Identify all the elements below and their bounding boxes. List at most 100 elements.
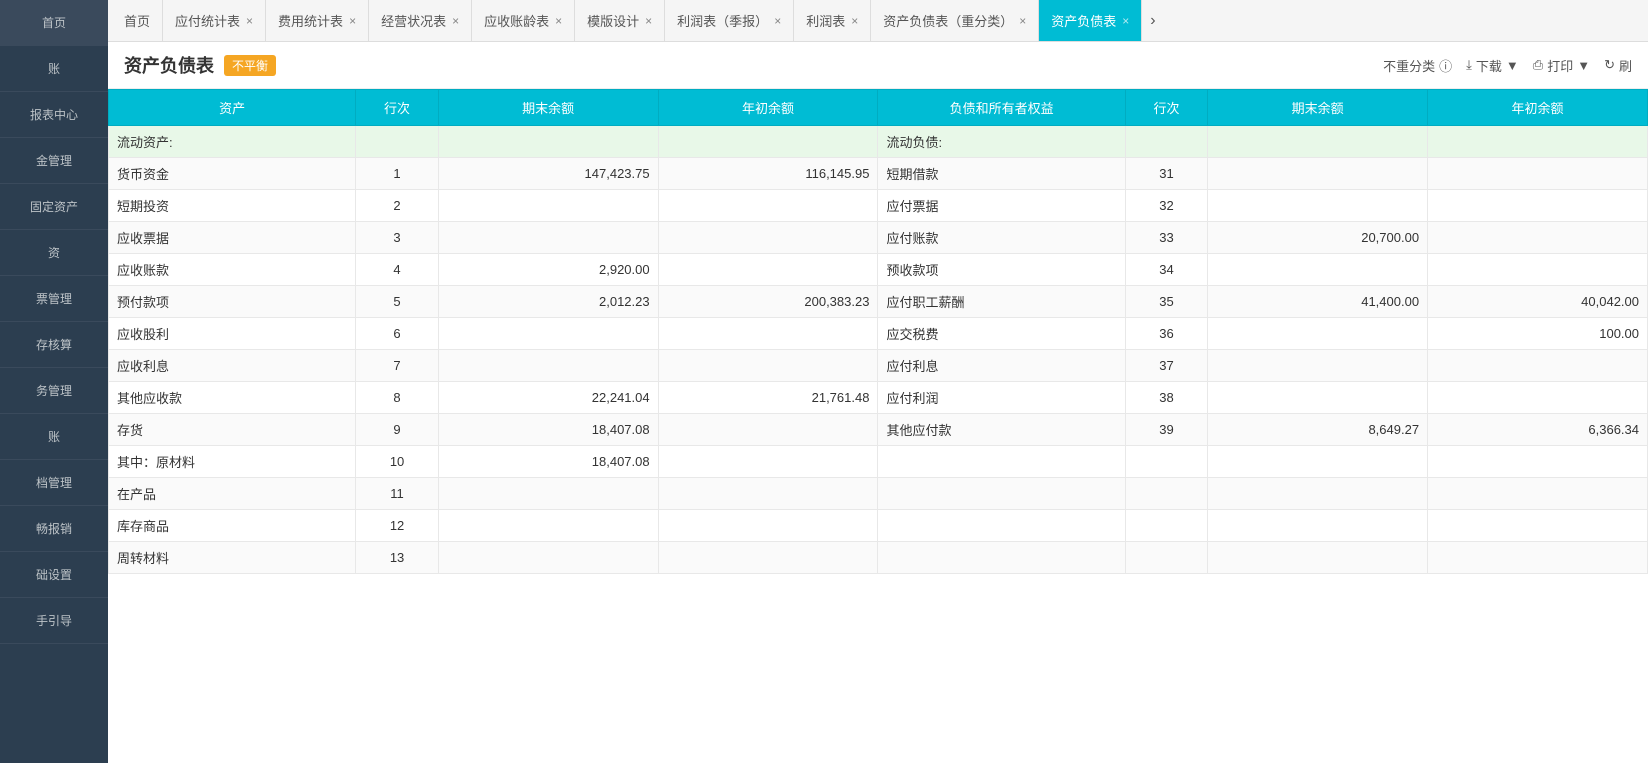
sidebar-item-fixed-assets[interactable]: 固定资产 [0,184,108,230]
tab-payable-summary[interactable]: 应付统计表 × [163,0,266,42]
asset-label: 其中：原材料 [109,446,356,478]
row-num2: 32 [1125,190,1207,222]
close-tab-template-design[interactable]: × [645,14,652,28]
tab-home[interactable]: 首页 [112,0,163,42]
table-row: 应收票据 3 应付账款 33 20,700.00 [109,222,1648,254]
download-icon: ⤓ [1466,57,1472,73]
table-row: 存货 9 18,407.08 其他应付款 39 8,649.27 6,366.3… [109,414,1648,446]
end-balance2 [1208,158,1428,190]
close-tab-operations[interactable]: × [452,14,459,28]
table-row: 短期投资 2 应付票据 32 [109,190,1648,222]
refresh-button[interactable]: ↻ 刷 [1604,56,1632,75]
yr-balance: 21,761.48 [658,382,878,414]
end-balance [438,190,658,222]
header-year-start: 年初余额 [658,90,878,126]
row-num2 [1125,478,1207,510]
sidebar-item-ledger[interactable]: 账 [0,414,108,460]
tab-template-design[interactable]: 模版设计 × [575,0,665,42]
yr-balance2 [1428,254,1648,286]
sidebar-item-archive[interactable]: 档管理 [0,460,108,506]
row-num2 [1125,542,1207,574]
header-end-balance: 期末余额 [438,90,658,126]
yr-balance: 200,383.23 [658,286,878,318]
sidebar-item-affairs[interactable]: 务管理 [0,368,108,414]
unbalanced-badge: 不平衡 [224,55,276,76]
yr-balance [658,222,878,254]
classification-button[interactable]: 不重分类 ⓘ [1383,56,1452,75]
sidebar-item-fund[interactable]: 金管理 [0,138,108,184]
tab-balance-reclassified[interactable]: 资产负债表（重分类） × [871,0,1039,42]
tab-bar: 首页 应付统计表 × 费用统计表 × 经营状况表 × 应收账龄表 × 模版设计 … [108,0,1648,42]
chevron-down-icon-print: ▼ [1577,58,1590,73]
close-tab-balance[interactable]: × [1122,14,1129,28]
yr-balance [658,318,878,350]
liability-label [878,542,1125,574]
sidebar-item-inventory[interactable]: 存核算 [0,322,108,368]
tab-nav-arrow[interactable]: › [1142,0,1163,42]
row-num2: 38 [1125,382,1207,414]
tab-operations[interactable]: 经营状况表 × [369,0,472,42]
header-row: 行次 [356,90,438,126]
table-row: 库存商品 12 [109,510,1648,542]
table-row: 在产品 11 [109,478,1648,510]
section-end-empty [438,126,658,158]
print-button[interactable]: ⎙ 打印 ▼ [1533,56,1590,75]
yr-balance2 [1428,190,1648,222]
close-tab-receivable-age[interactable]: × [555,14,562,28]
sidebar-item-label: 务管理 [36,384,72,398]
yr-balance2 [1428,350,1648,382]
close-tab-payable-summary[interactable]: × [246,14,253,28]
liability-label: 应付账款 [878,222,1125,254]
sidebar-item-account[interactable]: 账 [0,46,108,92]
asset-label: 存货 [109,414,356,446]
yr-balance [658,254,878,286]
yr-balance2 [1428,542,1648,574]
tab-balance[interactable]: 资产负债表 × [1039,0,1142,42]
header-end-balance2: 期末余额 [1208,90,1428,126]
sidebar-item-home[interactable]: 首页 [0,0,108,46]
close-tab-expense-summary[interactable]: × [349,14,356,28]
sidebar-item-ticket[interactable]: 票管理 [0,276,108,322]
sidebar-item-capital[interactable]: 资 [0,230,108,276]
asset-label: 应收账款 [109,254,356,286]
close-tab-balance-reclassified[interactable]: × [1019,14,1026,28]
balance-sheet-table: 资产 行次 期末余额 年初余额 负债和所有者权益 行次 期末余额 年初余额 流动… [108,89,1648,574]
row-num: 8 [356,382,438,414]
tab-expense-summary[interactable]: 费用统计表 × [266,0,369,42]
sidebar-item-report-center[interactable]: 报表中心 [0,92,108,138]
row-num2: 36 [1125,318,1207,350]
asset-label: 短期投资 [109,190,356,222]
close-tab-profit[interactable]: × [851,14,858,28]
end-balance2 [1208,446,1428,478]
tab-receivable-age[interactable]: 应收账龄表 × [472,0,575,42]
sidebar-item-guide[interactable]: 手引导 [0,598,108,644]
close-tab-profit-quarterly[interactable]: × [774,14,781,28]
end-balance: 2,012.23 [438,286,658,318]
section-end2-empty [1208,126,1428,158]
sidebar-item-label: 金管理 [36,154,72,168]
yr-balance2: 100.00 [1428,318,1648,350]
end-balance2: 41,400.00 [1208,286,1428,318]
asset-label: 应收利息 [109,350,356,382]
printer-icon: ⎙ [1533,57,1543,73]
tab-profit[interactable]: 利润表 × [794,0,871,42]
download-button[interactable]: ⤓ 下载 ▼ [1466,56,1519,75]
liability-label: 应交税费 [878,318,1125,350]
sidebar-item-expense[interactable]: 畅报销 [0,506,108,552]
row-num: 9 [356,414,438,446]
table-row: 应收利息 7 应付利息 37 [109,350,1648,382]
section-liability-header: 流动负债: [878,126,1125,158]
table-row: 应收账款 4 2,920.00 预收款项 34 [109,254,1648,286]
liability-label: 其他应付款 [878,414,1125,446]
end-balance2: 8,649.27 [1208,414,1428,446]
main-content: 首页 应付统计表 × 费用统计表 × 经营状况表 × 应收账龄表 × 模版设计 … [108,0,1648,763]
liability-label [878,446,1125,478]
tab-profit-quarterly[interactable]: 利润表（季报） × [665,0,794,42]
yr-balance [658,414,878,446]
sidebar-item-settings[interactable]: 础设置 [0,552,108,598]
sidebar-item-label: 账 [48,430,60,444]
sidebar-item-label: 报表中心 [30,108,78,122]
end-balance [438,478,658,510]
end-balance: 18,407.08 [438,446,658,478]
header-liability: 负债和所有者权益 [878,90,1125,126]
